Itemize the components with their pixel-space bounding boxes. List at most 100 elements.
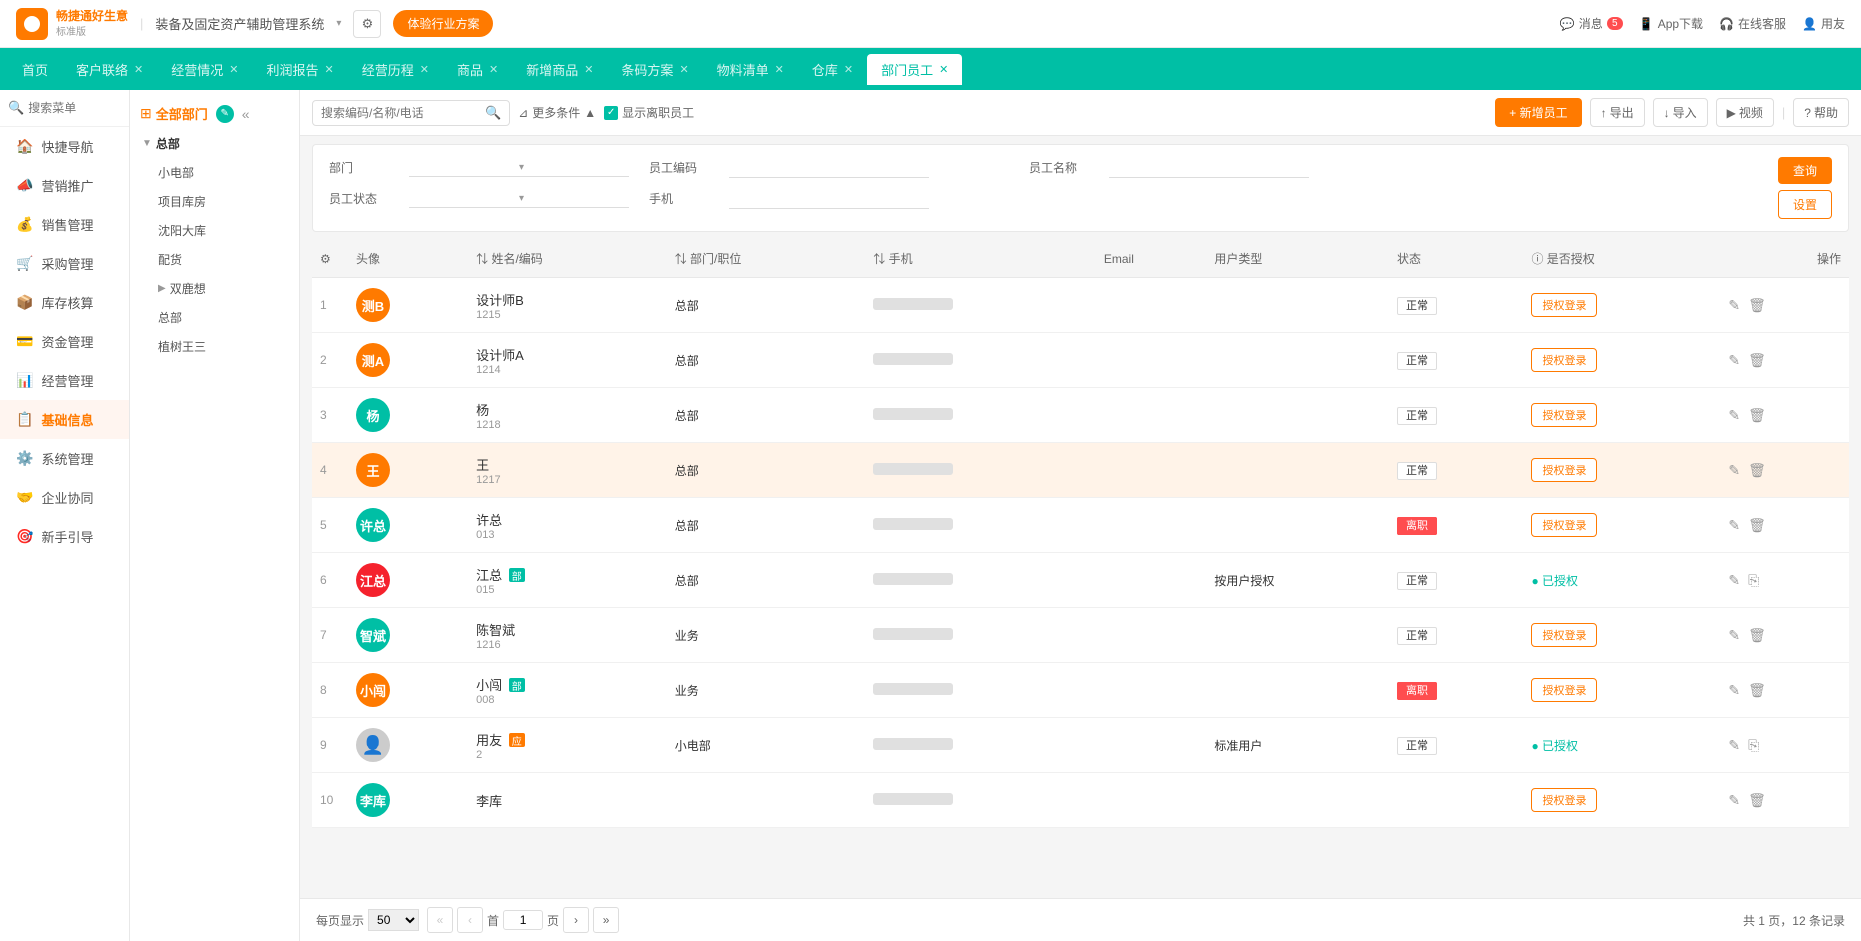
show-resigned-toggle[interactable]: 显示离职员工 bbox=[604, 104, 694, 121]
auth-btn[interactable]: 授权登录 bbox=[1531, 348, 1597, 372]
tab-history-close[interactable]: ✕ bbox=[420, 63, 429, 76]
edit-icon[interactable]: ✎ bbox=[1728, 407, 1740, 424]
tab-goods-close[interactable]: ✕ bbox=[489, 63, 498, 76]
app-download-btn[interactable]: 📱 App下载 bbox=[1639, 15, 1703, 32]
edit-icon[interactable]: ✎ bbox=[1728, 792, 1740, 809]
tab-operation-close[interactable]: ✕ bbox=[229, 63, 238, 76]
sidebar-item-sales[interactable]: 💰 销售管理 bbox=[0, 205, 129, 244]
help-btn[interactable]: ? 帮助 bbox=[1793, 98, 1849, 127]
auth-btn[interactable]: 授权登录 bbox=[1531, 678, 1597, 702]
gear-button[interactable]: ⚙ bbox=[353, 10, 381, 38]
dept-filter-select[interactable]: ▾ bbox=[409, 159, 629, 177]
auth-btn[interactable]: 授权登录 bbox=[1531, 788, 1597, 812]
copy-icon[interactable]: ⎘ bbox=[1748, 572, 1759, 589]
tree-item-projroom[interactable]: 项目库房 bbox=[130, 187, 299, 216]
auth-btn[interactable]: 授权登录 bbox=[1531, 293, 1597, 317]
tab-profit-close[interactable]: ✕ bbox=[325, 63, 334, 76]
tab-home[interactable]: 首页 bbox=[8, 54, 62, 85]
search-icon[interactable]: 🔍 bbox=[485, 105, 501, 121]
tab-customer[interactable]: 客户联络 ✕ bbox=[62, 54, 157, 85]
set-btn[interactable]: 设置 bbox=[1778, 190, 1832, 219]
sidebar-item-purchase[interactable]: 🛒 采购管理 bbox=[0, 244, 129, 283]
export-btn[interactable]: ↑ 导出 bbox=[1590, 98, 1645, 127]
emp-code-input[interactable] bbox=[729, 157, 929, 178]
tree-item-shuanglu[interactable]: ▶ 双鹿想 bbox=[130, 274, 299, 303]
tree-item-shenyang[interactable]: 沈阳大库 bbox=[130, 216, 299, 245]
import-btn[interactable]: ↓ 导入 bbox=[1653, 98, 1708, 127]
col-settings[interactable]: ⚙ bbox=[312, 240, 348, 278]
page-input[interactable] bbox=[503, 910, 543, 930]
video-btn[interactable]: ▶ 视频 bbox=[1716, 98, 1774, 127]
delete-icon[interactable]: 🗑 bbox=[1748, 627, 1766, 644]
auth-btn[interactable]: 授权登录 bbox=[1531, 513, 1597, 537]
tab-employees[interactable]: 部门员工 ✕ bbox=[867, 54, 962, 85]
tab-barcode[interactable]: 条码方案 ✕ bbox=[607, 54, 702, 85]
tab-employees-close[interactable]: ✕ bbox=[939, 63, 948, 76]
tree-item-zongbu[interactable]: 总部 bbox=[130, 303, 299, 332]
copy-icon[interactable]: ⎘ bbox=[1748, 737, 1759, 754]
tab-warehouse-close[interactable]: ✕ bbox=[844, 63, 853, 76]
tab-operation[interactable]: 经营情况 ✕ bbox=[157, 54, 252, 85]
tab-barcode-close[interactable]: ✕ bbox=[679, 63, 688, 76]
emp-status-select[interactable]: ▾ bbox=[409, 190, 629, 208]
edit-icon[interactable]: ✎ bbox=[1728, 682, 1740, 699]
tab-history[interactable]: 经营历程 ✕ bbox=[348, 54, 443, 85]
edit-tree-btn[interactable]: ✎ bbox=[216, 105, 234, 123]
delete-icon[interactable]: 🗑 bbox=[1748, 407, 1766, 424]
edit-icon[interactable]: ✎ bbox=[1728, 297, 1740, 314]
sidebar-item-quicknav[interactable]: 🏠 快捷导航 bbox=[0, 127, 129, 166]
delete-icon[interactable]: 🗑 bbox=[1748, 462, 1766, 479]
tab-bom[interactable]: 物料清单 ✕ bbox=[703, 54, 798, 85]
delete-icon[interactable]: 🗑 bbox=[1748, 297, 1766, 314]
search-input[interactable] bbox=[321, 106, 481, 120]
resigned-checkbox[interactable] bbox=[604, 106, 618, 120]
message-btn[interactable]: 💬 消息 5 bbox=[1560, 15, 1623, 32]
tab-new-goods[interactable]: 新增商品 ✕ bbox=[512, 54, 607, 85]
per-page-dropdown[interactable]: 50 100 200 bbox=[368, 909, 419, 931]
edit-icon[interactable]: ✎ bbox=[1728, 517, 1740, 534]
edit-icon[interactable]: ✎ bbox=[1728, 737, 1740, 754]
emp-name-input[interactable] bbox=[1109, 157, 1309, 178]
edit-icon[interactable]: ✎ bbox=[1728, 572, 1740, 589]
collapse-tree-btn[interactable]: « bbox=[242, 106, 250, 122]
phone-input[interactable] bbox=[729, 188, 929, 209]
prev-page-btn[interactable]: ‹ bbox=[457, 907, 483, 933]
edit-icon[interactable]: ✎ bbox=[1728, 627, 1740, 644]
tab-new-goods-close[interactable]: ✕ bbox=[584, 63, 593, 76]
next-page-btn[interactable]: › bbox=[563, 907, 589, 933]
edit-icon[interactable]: ✎ bbox=[1728, 462, 1740, 479]
user-avatar[interactable]: 👤 用友 bbox=[1802, 15, 1845, 32]
edit-icon[interactable]: ✎ bbox=[1728, 352, 1740, 369]
sidebar-search-input[interactable] bbox=[28, 101, 121, 115]
tree-item-zhishuwang[interactable]: 植树王三 bbox=[130, 332, 299, 361]
online-service-btn[interactable]: 🎧 在线客服 bbox=[1719, 15, 1786, 32]
col-name[interactable]: ⇅ 姓名/编码 bbox=[468, 240, 667, 278]
tab-goods[interactable]: 商品 ✕ bbox=[443, 54, 512, 85]
delete-icon[interactable]: 🗑 bbox=[1748, 792, 1766, 809]
delete-icon[interactable]: 🗑 bbox=[1748, 517, 1766, 534]
auth-btn[interactable]: 授权登录 bbox=[1531, 403, 1597, 427]
sidebar-item-marketing[interactable]: 📣 营销推广 bbox=[0, 166, 129, 205]
query-btn[interactable]: 查询 bbox=[1778, 157, 1832, 184]
first-page-btn[interactable]: « bbox=[427, 907, 453, 933]
sidebar-item-bizmanage[interactable]: 📊 经营管理 bbox=[0, 361, 129, 400]
tab-warehouse[interactable]: 仓库 ✕ bbox=[798, 54, 867, 85]
col-dept[interactable]: ⇅ 部门/职位 bbox=[667, 240, 866, 278]
all-dept-label[interactable]: 全部部门 bbox=[156, 104, 208, 123]
tab-profit[interactable]: 利润报告 ✕ bbox=[252, 54, 347, 85]
sidebar-item-finance[interactable]: 💳 资金管理 bbox=[0, 322, 129, 361]
system-dropdown-arrow[interactable]: ▾ bbox=[336, 18, 341, 29]
tree-item-xiaodibu[interactable]: 小电部 bbox=[130, 158, 299, 187]
tab-customer-close[interactable]: ✕ bbox=[134, 63, 143, 76]
sidebar-item-basic[interactable]: 📋 基础信息 bbox=[0, 400, 129, 439]
tab-bom-close[interactable]: ✕ bbox=[775, 63, 784, 76]
delete-icon[interactable]: 🗑 bbox=[1748, 682, 1766, 699]
sidebar-item-inventory[interactable]: 📦 库存核算 bbox=[0, 283, 129, 322]
tree-section-hq[interactable]: ▼ 总部 bbox=[130, 129, 299, 158]
col-phone[interactable]: ⇅ 手机 bbox=[865, 240, 1096, 278]
add-employee-btn[interactable]: + 新增员工 bbox=[1495, 98, 1581, 127]
sidebar-item-guide[interactable]: 🎯 新手引导 bbox=[0, 517, 129, 556]
auth-btn[interactable]: 授权登录 bbox=[1531, 623, 1597, 647]
sidebar-item-system[interactable]: ⚙️ 系统管理 bbox=[0, 439, 129, 478]
tree-item-distribution[interactable]: 配货 bbox=[130, 245, 299, 274]
